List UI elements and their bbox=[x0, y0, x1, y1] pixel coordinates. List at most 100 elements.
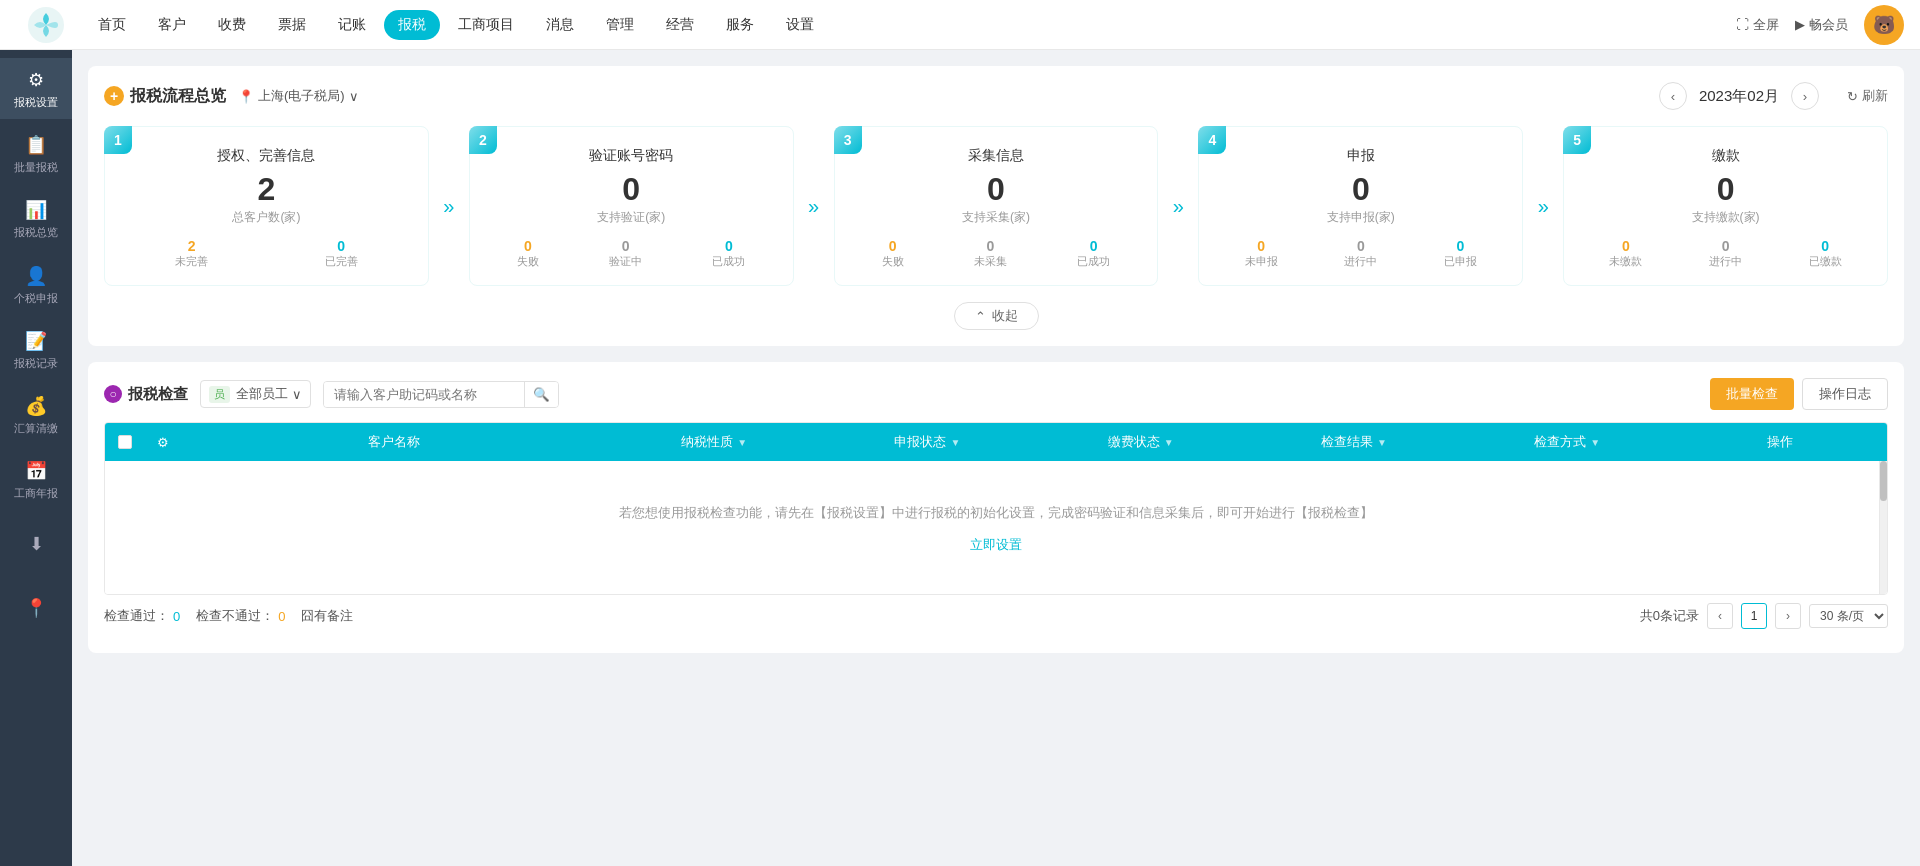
nav-invoice[interactable]: 票据 bbox=[264, 10, 320, 40]
search-icon: 🔍 bbox=[533, 387, 550, 402]
flow-step-3: 3 采集信息 0 支持采集(家) 0 失败 0 未采集 bbox=[834, 126, 1159, 286]
step-5-stats: 0 未缴款 0 进行中 0 已缴款 bbox=[1576, 238, 1875, 269]
flow-arrow-4: » bbox=[1523, 126, 1563, 286]
tax-settings-icon: ⚙ bbox=[24, 68, 48, 92]
nav-right: ⛶ 全屏 ▶ 畅会员 🐻 bbox=[1736, 5, 1904, 45]
nav-settings[interactable]: 设置 bbox=[772, 10, 828, 40]
operation-log-button[interactable]: 操作日志 bbox=[1802, 378, 1888, 410]
nav-client[interactable]: 客户 bbox=[144, 10, 200, 40]
nav-message[interactable]: 消息 bbox=[532, 10, 588, 40]
select-all-checkbox[interactable] bbox=[118, 435, 132, 449]
tax-nature-filter-icon[interactable]: ▼ bbox=[737, 437, 747, 448]
content-area: + 报税流程总览 📍 上海(电子税局) ∨ ‹ 2023年02月 › ↻ 刷新 bbox=[72, 50, 1920, 866]
prev-page-button[interactable]: ‹ bbox=[1707, 603, 1733, 629]
collapse-button[interactable]: ⌃ 收起 bbox=[954, 302, 1039, 330]
next-page-button[interactable]: › bbox=[1775, 603, 1801, 629]
play-icon: ▶ bbox=[1795, 17, 1805, 32]
sidebar-item-tax-overview[interactable]: 📊 报税总览 bbox=[0, 188, 72, 249]
location-select[interactable]: 📍 上海(电子税局) ∨ bbox=[238, 87, 359, 105]
refresh-button[interactable]: ↻ 刷新 bbox=[1847, 87, 1888, 105]
step-1-stat-1: 0 已完善 bbox=[325, 238, 358, 269]
setup-link[interactable]: 立即设置 bbox=[970, 536, 1022, 554]
step-3-stat-1: 0 未采集 bbox=[974, 238, 1007, 269]
step-4-stat-0: 0 未申报 bbox=[1245, 238, 1278, 269]
prev-month-button[interactable]: ‹ bbox=[1659, 82, 1687, 110]
nav-home[interactable]: 首页 bbox=[84, 10, 140, 40]
step-2-stat-2: 0 已成功 bbox=[712, 238, 745, 269]
collapse-icon: ⌃ bbox=[975, 309, 986, 324]
th-customer-name: 客户名称 bbox=[181, 433, 608, 451]
step-2-stats: 0 失败 0 验证中 0 已成功 bbox=[482, 238, 781, 269]
location-pin-icon: 📍 bbox=[24, 596, 48, 620]
nav-business[interactable]: 工商项目 bbox=[444, 10, 528, 40]
fail-count[interactable]: 0 bbox=[278, 609, 285, 624]
sidebar-item-tax-settings[interactable]: ⚙ 报税设置 bbox=[0, 58, 72, 119]
step-3-stats: 0 失败 0 未采集 0 已成功 bbox=[847, 238, 1146, 269]
step-1-stats: 2 未完善 0 已完善 bbox=[117, 238, 416, 269]
pass-count[interactable]: 0 bbox=[173, 609, 180, 624]
check-title-icon: ○ bbox=[104, 385, 122, 403]
sidebar-item-batch-tax[interactable]: 📋 批量报税 bbox=[0, 123, 72, 184]
sidebar-item-annual-report[interactable]: 📅 工商年报 bbox=[0, 449, 72, 510]
step-4-stat-2: 0 已申报 bbox=[1444, 238, 1477, 269]
step-4-stat-1: 0 进行中 bbox=[1344, 238, 1377, 269]
mascot-avatar[interactable]: 🐻 bbox=[1864, 5, 1904, 45]
nav-service[interactable]: 服务 bbox=[712, 10, 768, 40]
check-method-filter-icon[interactable]: ▼ bbox=[1590, 437, 1600, 448]
report-status-filter-icon[interactable]: ▼ bbox=[950, 437, 960, 448]
tax-check-card: ○ 报税检查 员 全部员工 ∨ 🔍 批量检查 操作日志 bbox=[88, 362, 1904, 653]
flow-arrow-2: » bbox=[794, 126, 834, 286]
next-month-button[interactable]: › bbox=[1791, 82, 1819, 110]
sidebar-item-settlement[interactable]: 💰 汇算清缴 bbox=[0, 384, 72, 445]
sidebar-item-personal-report[interactable]: 👤 个税申报 bbox=[0, 254, 72, 315]
check-result-filter-icon[interactable]: ▼ bbox=[1377, 437, 1387, 448]
sidebar-item-location[interactable]: 📍 bbox=[0, 578, 72, 638]
batch-check-button[interactable]: 批量检查 bbox=[1710, 378, 1794, 410]
table-scrollbar[interactable] bbox=[1879, 461, 1887, 594]
per-page-select[interactable]: 30 条/页 bbox=[1809, 604, 1888, 628]
location-icon: 📍 bbox=[238, 89, 254, 104]
table-footer: 检查通过： 0 检查不通过： 0 囧有备注 共0条记录 ‹ 1 › 30 条/页 bbox=[104, 595, 1888, 637]
empty-text: 若您想使用报税检查功能，请先在【报税设置】中进行报税的初始化设置，完成密码验证和… bbox=[619, 501, 1373, 524]
pass-stat: 检查通过： 0 bbox=[104, 607, 180, 625]
flow-step-4: 4 申报 0 支持申报(家) 0 未申报 0 进行中 bbox=[1198, 126, 1523, 286]
payment-status-filter-icon[interactable]: ▼ bbox=[1164, 437, 1174, 448]
download-icon: ⬇ bbox=[24, 532, 48, 556]
check-header: ○ 报税检查 员 全部员工 ∨ 🔍 批量检查 操作日志 bbox=[104, 378, 1888, 410]
fail-stat: 检查不通过： 0 bbox=[196, 607, 285, 625]
settings-icon[interactable]: ⚙ bbox=[157, 435, 169, 450]
current-date: 2023年02月 bbox=[1699, 87, 1779, 106]
nav-operation[interactable]: 经营 bbox=[652, 10, 708, 40]
step-4-stats: 0 未申报 0 进行中 0 已申报 bbox=[1211, 238, 1510, 269]
th-check-result: 检查结果 ▼ bbox=[1247, 433, 1460, 451]
flow-step-2: 2 验证账号密码 0 支持验证(家) 0 失败 0 验证中 bbox=[469, 126, 794, 286]
nav-accounting[interactable]: 记账 bbox=[324, 10, 380, 40]
sidebar-item-download[interactable]: ⬇ bbox=[0, 514, 72, 574]
nav-tax[interactable]: 报税 bbox=[384, 10, 440, 40]
th-report-status: 申报状态 ▼ bbox=[821, 433, 1034, 451]
search-button[interactable]: 🔍 bbox=[524, 382, 558, 407]
total-count: 共0条记录 bbox=[1640, 607, 1699, 625]
step-1-stat-0: 2 未完善 bbox=[175, 238, 208, 269]
app-logo[interactable] bbox=[16, 7, 76, 43]
vip-button[interactable]: ▶ 畅会员 bbox=[1795, 16, 1848, 34]
nav-fee[interactable]: 收费 bbox=[204, 10, 260, 40]
tax-record-icon: 📝 bbox=[24, 329, 48, 353]
step-2-stat-1: 0 验证中 bbox=[609, 238, 642, 269]
fullscreen-button[interactable]: ⛶ 全屏 bbox=[1736, 16, 1779, 34]
th-check-method: 检查方式 ▼ bbox=[1461, 433, 1674, 451]
tax-overview-icon: 📊 bbox=[24, 198, 48, 222]
batch-tax-icon: 📋 bbox=[24, 133, 48, 157]
flow-step-5: 5 缴款 0 支持缴款(家) 0 未缴款 0 进行中 bbox=[1563, 126, 1888, 286]
settlement-icon: 💰 bbox=[24, 394, 48, 418]
sidebar-item-tax-record[interactable]: 📝 报税记录 bbox=[0, 319, 72, 380]
nav-management[interactable]: 管理 bbox=[592, 10, 648, 40]
date-navigation: ‹ 2023年02月 › bbox=[1659, 82, 1819, 110]
note-label: 囧有备注 bbox=[301, 607, 353, 625]
flow-title: + 报税流程总览 bbox=[104, 86, 226, 107]
annual-report-icon: 📅 bbox=[24, 459, 48, 483]
step-5-stat-2: 0 已缴款 bbox=[1809, 238, 1842, 269]
scrollbar-thumb[interactable] bbox=[1880, 461, 1887, 501]
employee-select[interactable]: 员 全部员工 ∨ bbox=[200, 380, 311, 408]
search-input[interactable] bbox=[324, 382, 524, 407]
